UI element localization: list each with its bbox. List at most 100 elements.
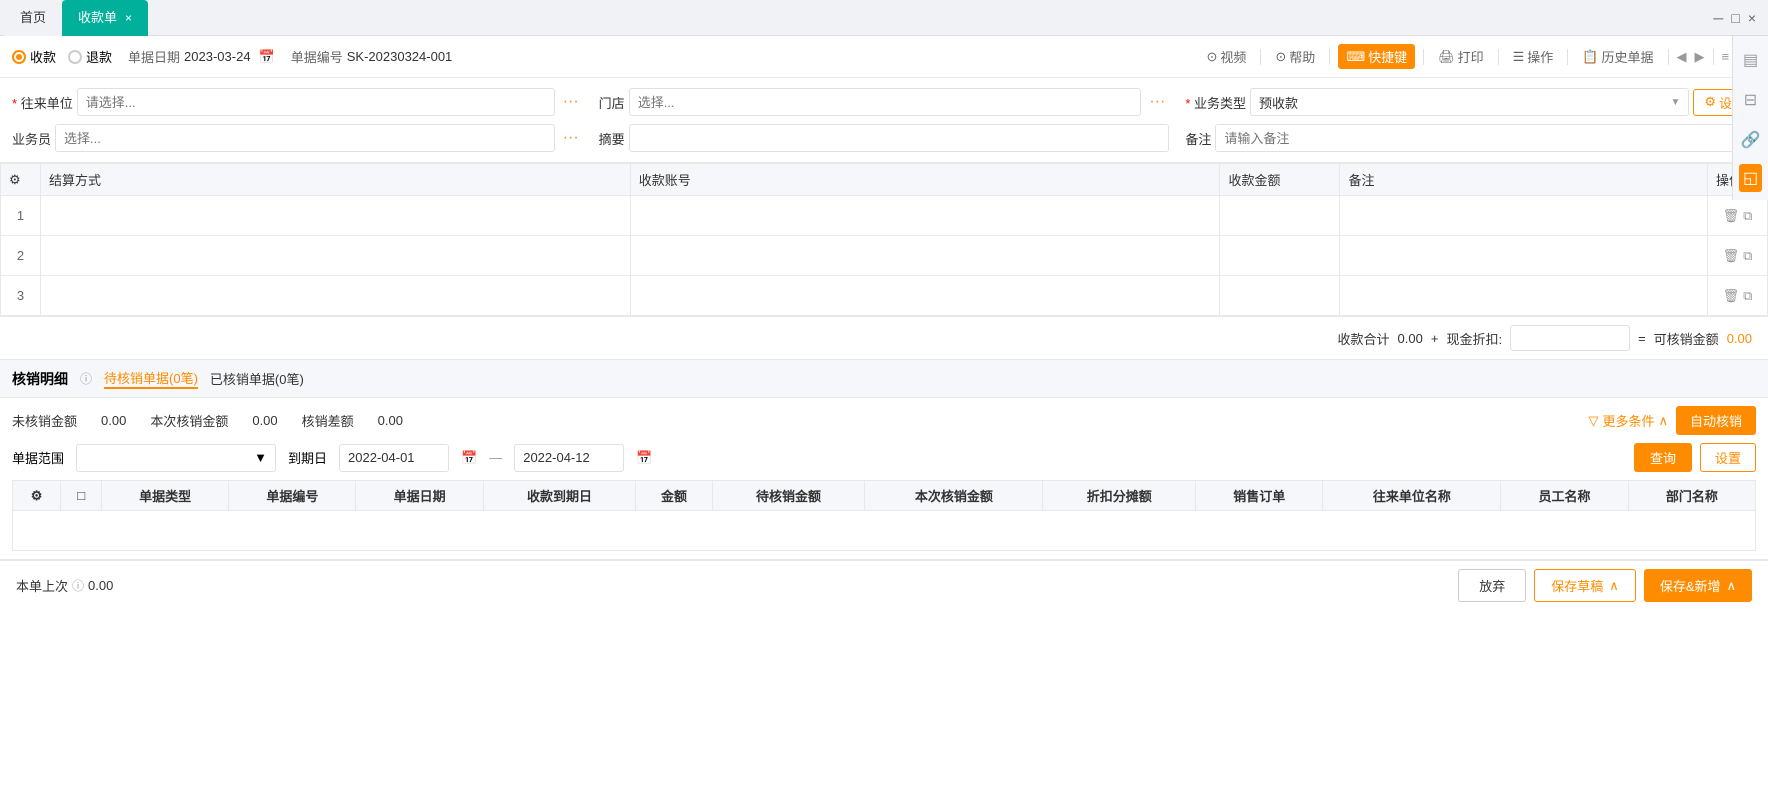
account-cell[interactable] <box>630 276 1220 316</box>
copy-icon[interactable]: ⧉ <box>1743 288 1752 304</box>
counterpart-label: * 往来单位 <box>12 93 73 112</box>
account-cell[interactable] <box>630 236 1220 276</box>
divider3 <box>1423 49 1424 65</box>
bottom-info-value: 0.00 <box>88 578 113 593</box>
amount-cell[interactable] <box>1220 196 1340 236</box>
help-icon: ⊙ <box>1275 49 1286 65</box>
amount-cell[interactable] <box>1220 236 1340 276</box>
delete-icon[interactable]: 🗑 <box>1723 208 1740 224</box>
account-cell[interactable] <box>630 196 1220 236</box>
copy-icon[interactable]: ⧉ <box>1743 248 1752 264</box>
table-row: 2 🗑 ⧉ <box>1 236 1768 276</box>
staff-more-btn[interactable]: ··· <box>559 129 583 147</box>
radio-refund[interactable]: 退款 <box>68 47 112 66</box>
radio-refund-dot <box>68 50 82 64</box>
video-label: 视频 <box>1220 47 1246 66</box>
settle-cell[interactable] <box>41 276 631 316</box>
video-btn[interactable]: ⊙ 视频 <box>1200 45 1252 68</box>
cal-to-icon[interactable]: 📅 <box>636 450 652 466</box>
delete-icon[interactable]: 🗑 <box>1723 288 1740 304</box>
tab-home[interactable]: 首页 <box>4 0 62 36</box>
counterpart-input[interactable] <box>77 88 555 116</box>
list-icon[interactable]: ≡ <box>1722 49 1730 64</box>
draft-btn[interactable]: 保存草稿 ∧ <box>1534 569 1636 602</box>
note-cell[interactable] <box>1340 236 1708 276</box>
staff-field: 业务员 ··· <box>12 124 583 152</box>
sidebar-icon-2[interactable]: ⊟ <box>1738 84 1763 116</box>
verify-info-icon[interactable]: ⓘ <box>80 370 92 387</box>
tab-active[interactable]: 收款单 × <box>62 0 148 36</box>
more-conditions-btn[interactable]: ▽ 更多条件 ∧ <box>1588 411 1668 430</box>
counterpart-more-btn[interactable]: ··· <box>559 93 583 111</box>
col-gear-header[interactable]: ⚙ <box>1 164 41 196</box>
note-cell[interactable] <box>1340 196 1708 236</box>
next-icon[interactable]: ▶ <box>1695 49 1705 65</box>
docnum-label: 单据编号 <box>291 47 343 66</box>
close-icon[interactable]: × <box>1748 10 1756 26</box>
radio-income[interactable]: 收款 <box>12 47 56 66</box>
note-input[interactable] <box>1215 124 1756 152</box>
amount-cell[interactable] <box>1220 276 1340 316</box>
operations-btn[interactable]: ☰ 操作 <box>1507 45 1560 68</box>
shortcut-btn[interactable]: ⌨ 快捷键 <box>1338 44 1415 69</box>
tab-close-icon[interactable]: × <box>125 0 132 36</box>
current-verify-value: 0.00 <box>252 413 277 428</box>
store-more-btn[interactable]: ··· <box>1145 93 1169 111</box>
minimize-icon[interactable]: ─ <box>1713 10 1723 26</box>
date-to-input[interactable] <box>514 444 624 472</box>
tab-bar: 首页 收款单 × ─ □ × <box>0 0 1768 36</box>
delete-icon[interactable]: 🗑 <box>1723 248 1740 264</box>
bottom-info-icon[interactable]: ⓘ <box>72 577 84 594</box>
cal-from-icon[interactable]: 📅 <box>461 450 477 466</box>
toolbar-right: ⊙ 视频 ⊙ 帮助 ⌨ 快捷键 🖨 打印 ☰ 操作 <box>1200 44 1756 69</box>
equals-sign: = <box>1638 331 1646 346</box>
done-tab[interactable]: 已核销单据(0笔) <box>210 369 304 388</box>
print-btn[interactable]: 🖨 打印 <box>1432 45 1490 68</box>
range-select[interactable]: ▼ <box>76 444 276 472</box>
sidebar-icon-4[interactable]: ◱ <box>1739 164 1762 192</box>
right-sidebar: ▤ ⊟ 🔗 ◱ <box>1732 36 1768 200</box>
current-verify-label: 本次核销金额 <box>150 411 228 430</box>
note-cell[interactable] <box>1340 276 1708 316</box>
save-new-btn[interactable]: 保存&新增 ∧ <box>1644 569 1752 602</box>
prev-icon[interactable]: ◀ <box>1677 49 1687 65</box>
history-btn[interactable]: 📋 历史单据 <box>1576 45 1659 68</box>
discard-btn[interactable]: 放弃 <box>1458 569 1526 602</box>
col-note-header: 备注 <box>1340 164 1708 196</box>
date-from-input[interactable] <box>339 444 449 472</box>
store-label: 门店 <box>599 93 625 112</box>
maximize-icon[interactable]: □ <box>1731 10 1739 26</box>
business-type-select[interactable]: 预收款 ▼ <box>1250 88 1689 116</box>
save-arrow-icon: ∧ <box>1726 578 1736 594</box>
save-label: 保存&新增 <box>1660 576 1721 595</box>
form-area: * 往来单位 ··· 门店 ··· * 业务类型 预收款 ▼ <box>0 78 1768 163</box>
calendar-icon[interactable]: 📅 <box>259 49 275 65</box>
table-wrapper: ⚙ 结算方式 收款账号 收款金额 备注 操作 1 🗑 ⧉ <box>0 163 1768 359</box>
chevron-down2-icon: ▼ <box>254 450 267 465</box>
operations-label: 操作 <box>1527 47 1553 66</box>
query-btn[interactable]: 查询 <box>1634 443 1692 472</box>
discount-input[interactable] <box>1510 325 1630 351</box>
bottom-col-header[interactable]: □ <box>61 481 102 511</box>
sidebar-icon-3[interactable]: 🔗 <box>1735 124 1767 156</box>
due-date-label: 到期日 <box>288 448 327 467</box>
unverified-value: 0.00 <box>101 413 126 428</box>
pending-tab[interactable]: 待核销单据(0笔) <box>104 368 198 389</box>
table-row: 1 🗑 ⧉ <box>1 196 1768 236</box>
filter-settings-btn[interactable]: 设置 <box>1700 443 1756 472</box>
settle-cell[interactable] <box>41 236 631 276</box>
summary-input[interactable] <box>629 124 1170 152</box>
bottom-col-header[interactable]: ⚙ <box>13 481 61 511</box>
help-label: 帮助 <box>1289 47 1315 66</box>
settle-cell[interactable] <box>41 196 631 236</box>
staff-input[interactable] <box>55 124 555 152</box>
store-input[interactable] <box>629 88 1142 116</box>
sidebar-icon-1[interactable]: ▤ <box>1737 44 1764 76</box>
table-footer: 收款合计 0.00 + 现金折扣: = 可核销金额 0.00 <box>0 316 1768 359</box>
col-account-header: 收款账号 <box>630 164 1220 196</box>
help-btn[interactable]: ⊙ 帮助 <box>1269 45 1321 68</box>
auto-verify-btn[interactable]: 自动核销 <box>1676 406 1756 435</box>
bottom-right-btns: 放弃 保存草稿 ∧ 保存&新增 ∧ <box>1458 569 1752 602</box>
copy-icon[interactable]: ⧉ <box>1743 208 1752 224</box>
chevron-up-icon: ∧ <box>1658 413 1668 429</box>
